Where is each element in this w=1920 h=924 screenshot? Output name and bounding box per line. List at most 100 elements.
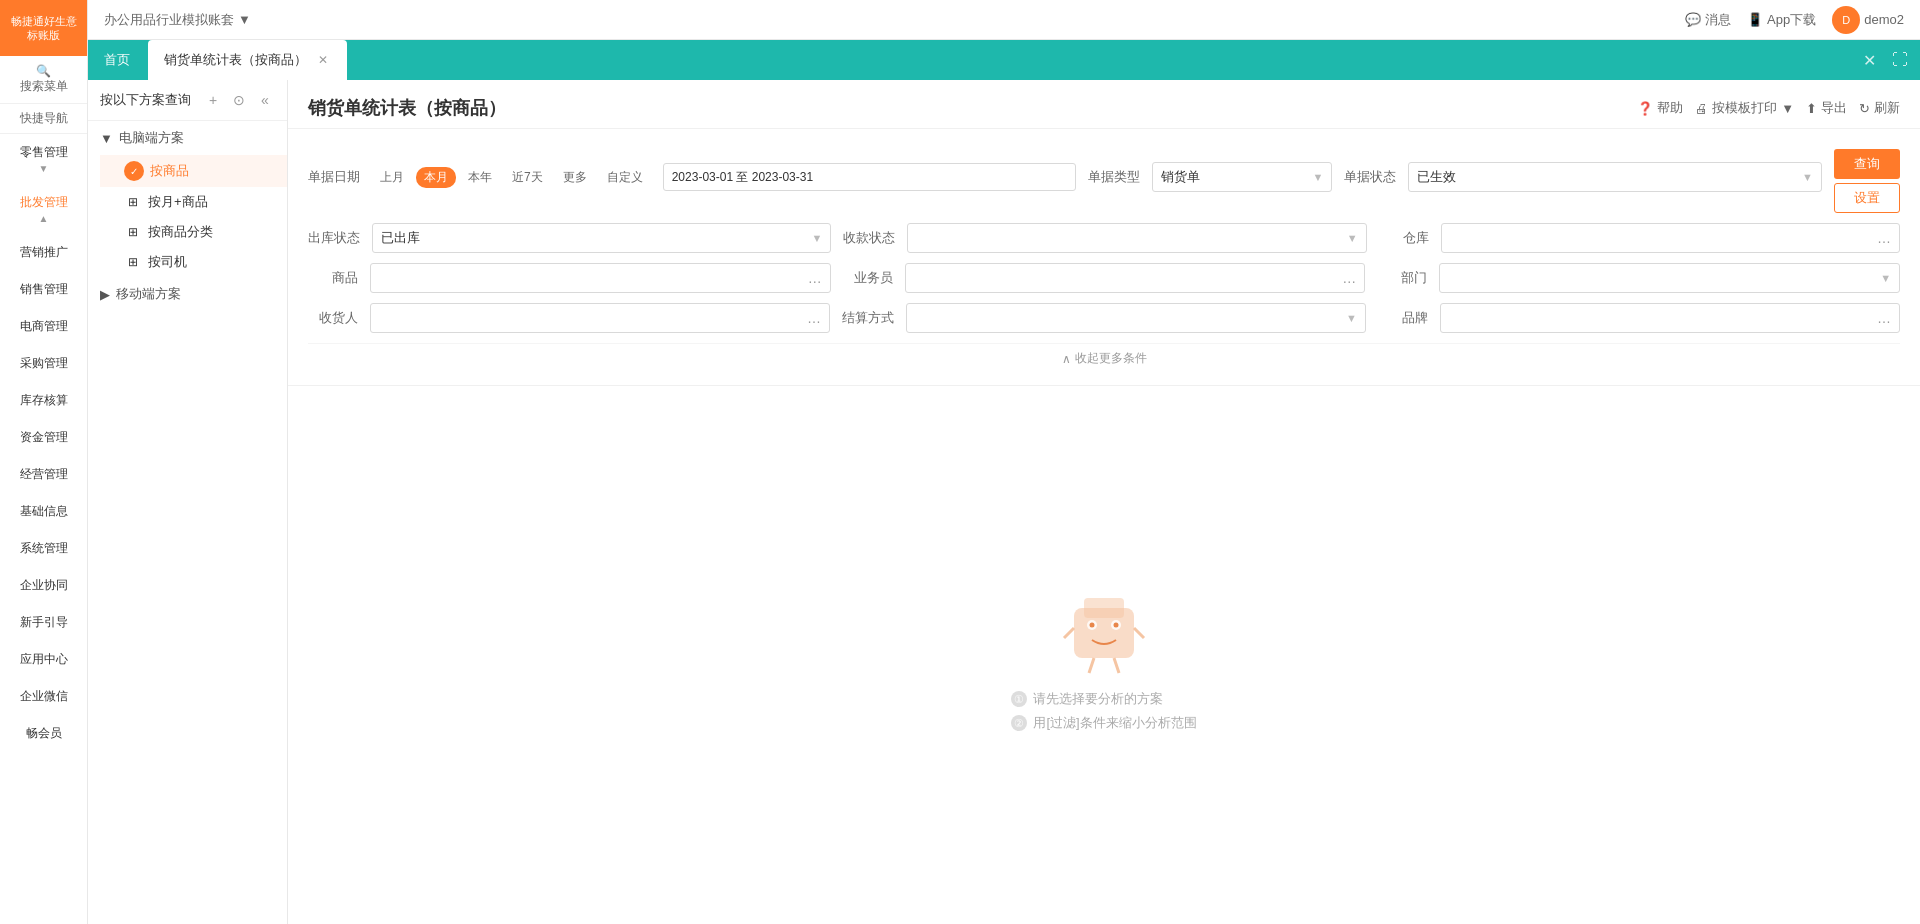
collect-status-field[interactable]: ▼ [907,223,1366,253]
warehouse-field[interactable]: … [1441,223,1900,253]
empty-illustration [1054,578,1154,678]
sidebar-item-retail[interactable]: 零售管理 ▼ [0,134,87,184]
logo-sub: 标账版 [27,28,60,42]
sidebar-item-wechat[interactable]: 企业微信 [0,678,87,715]
tab-close-all-icon[interactable]: ✕ [1859,47,1880,74]
sidebar-search[interactable]: 🔍 搜索菜单 [0,56,87,104]
doc-status-label: 单据状态 [1344,168,1396,186]
message-label: 消息 [1705,11,1731,29]
date-range-input[interactable]: 2023-03-01 至 2023-03-31 [663,163,1077,191]
warehouse-dots[interactable]: … [1877,230,1891,246]
sidebar-item-ecommerce[interactable]: 电商管理 [0,308,87,345]
wholesale-label: 批发管理 [20,194,68,211]
search-label: 搜索菜单 [20,79,68,93]
date-btn-custom[interactable]: 自定义 [599,167,651,188]
sidebar-item-basic[interactable]: 基础信息 [0,493,87,530]
tip-text-1: 请先选择要分析的方案 [1033,690,1163,708]
tree-mobile-group-header[interactable]: ▶ 移动端方案 [88,277,287,311]
right-panel: 销货单统计表（按商品） ❓ 帮助 🖨 按模板打印 ▼ ⬆ 导出 [288,80,1920,924]
filter-row-2: 出库状态 已出库 ▼ 收款状态 ▼ 仓库 … [308,223,1900,253]
sidebar-item-operations[interactable]: 经营管理 [0,456,87,493]
date-btn-this-year[interactable]: 本年 [460,167,500,188]
scheme-collapse-btn[interactable]: « [255,90,275,110]
payment-field[interactable]: ▼ [906,303,1366,333]
recipient-dots[interactable]: … [807,310,821,326]
tree-leaf-by-product[interactable]: ✓ 按商品 [100,155,287,187]
sidebar-item-enterprise[interactable]: 企业协同 [0,567,87,604]
avatar: D [1832,6,1860,34]
sidebar-item-apps[interactable]: 应用中心 [0,641,87,678]
leaf-by-month-product-label: 按月+商品 [148,193,208,211]
doc-status-field[interactable]: 已生效 ▼ [1408,162,1822,192]
salesperson-field[interactable]: … [905,263,1366,293]
sidebar-item-purchase[interactable]: 采购管理 [0,345,87,382]
collapse-bar[interactable]: ∧ 收起更多条件 [308,343,1900,373]
leaf-icon-driver: ⊞ [124,253,142,271]
sidebar-item-marketing[interactable]: 营销推广 [0,234,87,271]
date-range-value: 2023-03-01 至 2023-03-31 [672,169,813,186]
tree-leaf-by-month-product[interactable]: ⊞ 按月+商品 [100,187,287,217]
scheme-edit-btn[interactable]: ⊙ [229,90,249,110]
set-button[interactable]: 设置 [1834,183,1900,213]
sidebar-item-guide[interactable]: 新手引导 [0,604,87,641]
header-left: 办公用品行业模拟账套 ▼ [104,11,251,29]
tree-mobile-arrow: ▶ [100,287,110,302]
date-btn-more[interactable]: 更多 [555,167,595,188]
wholesale-arrow: ▲ [39,213,49,224]
help-btn[interactable]: ❓ 帮助 [1637,99,1683,117]
tip-num-1: ① [1011,691,1027,707]
quicknav-label: 快捷导航 [20,111,68,125]
basic-label: 基础信息 [20,503,68,520]
date-btn-7days[interactable]: 近7天 [504,167,551,188]
tree-leaf-by-driver[interactable]: ⊞ 按司机 [100,247,287,277]
scheme-actions: + ⊙ « [203,90,275,110]
tip-text-2: 用[过滤]条件来缩小分析范围 [1033,714,1196,732]
doc-type-field[interactable]: 销货单 ▼ [1152,162,1332,192]
tree-leaf-by-category[interactable]: ⊞ 按商品分类 [100,217,287,247]
sidebar-item-finance[interactable]: 资金管理 [0,419,87,456]
sidebar-item-inventory[interactable]: 库存核算 [0,382,87,419]
svg-line-6 [1089,658,1094,673]
user-profile[interactable]: D demo2 [1832,6,1904,34]
sidebar-item-wholesale[interactable]: 批发管理 ▲ [0,184,87,234]
tab-home[interactable]: 首页 [88,40,146,80]
date-btn-last-month[interactable]: 上月 [372,167,412,188]
date-btn-this-month[interactable]: 本月 [416,167,456,188]
app-download-action[interactable]: 📱 App下载 [1747,11,1816,29]
retail-arrow: ▼ [39,163,49,174]
collapse-label: 收起更多条件 [1075,350,1147,367]
tree-pc-arrow: ▼ [100,131,113,146]
sidebar-item-sales[interactable]: 销售管理 [0,271,87,308]
sidebar-item-member[interactable]: 畅会员 [0,715,87,752]
left-panel-header: 按以下方案查询 + ⊙ « [88,80,287,121]
dept-field[interactable]: ▼ [1439,263,1900,293]
print-template-btn[interactable]: 🖨 按模板打印 ▼ [1695,99,1794,117]
message-action[interactable]: 💬 消息 [1685,11,1731,29]
breadcrumb[interactable]: 办公用品行业模拟账套 ▼ [104,11,251,29]
doc-type-label: 单据类型 [1088,168,1140,186]
tree-pc-group-header[interactable]: ▼ 电脑端方案 [88,121,287,155]
recipient-field[interactable]: … [370,303,830,333]
scheme-add-btn[interactable]: + [203,90,223,110]
out-status-value: 已出库 [381,229,807,247]
app-download-icon: 📱 [1747,12,1763,27]
tab-close-icon[interactable]: ✕ [315,52,331,68]
filter-area: 单据日期 上月 本月 本年 近7天 更多 自定义 2023-03-01 至 20… [288,129,1920,386]
salesperson-dots[interactable]: … [1342,270,1356,286]
tree-mobile-group: ▶ 移动端方案 [88,277,287,311]
brand-dots[interactable]: … [1877,310,1891,326]
export-btn[interactable]: ⬆ 导出 [1806,99,1847,117]
sidebar-quicknav[interactable]: 快捷导航 [0,104,87,134]
product-field[interactable]: … [370,263,831,293]
sidebar-item-system[interactable]: 系统管理 [0,530,87,567]
breadcrumb-arrow: ▼ [238,12,251,27]
tab-expand-icon[interactable]: ⛶ [1888,47,1912,73]
selected-indicator: ✓ [124,161,144,181]
out-status-field[interactable]: 已出库 ▼ [372,223,831,253]
left-panel: 按以下方案查询 + ⊙ « ▼ 电脑端方案 ✓ 按商品 [88,80,288,924]
refresh-btn[interactable]: ↻ 刷新 [1859,99,1900,117]
product-dots[interactable]: … [808,270,822,286]
query-button[interactable]: 查询 [1834,149,1900,179]
tab-sales-stat[interactable]: 销货单统计表（按商品） ✕ [148,40,347,80]
brand-field[interactable]: … [1440,303,1900,333]
